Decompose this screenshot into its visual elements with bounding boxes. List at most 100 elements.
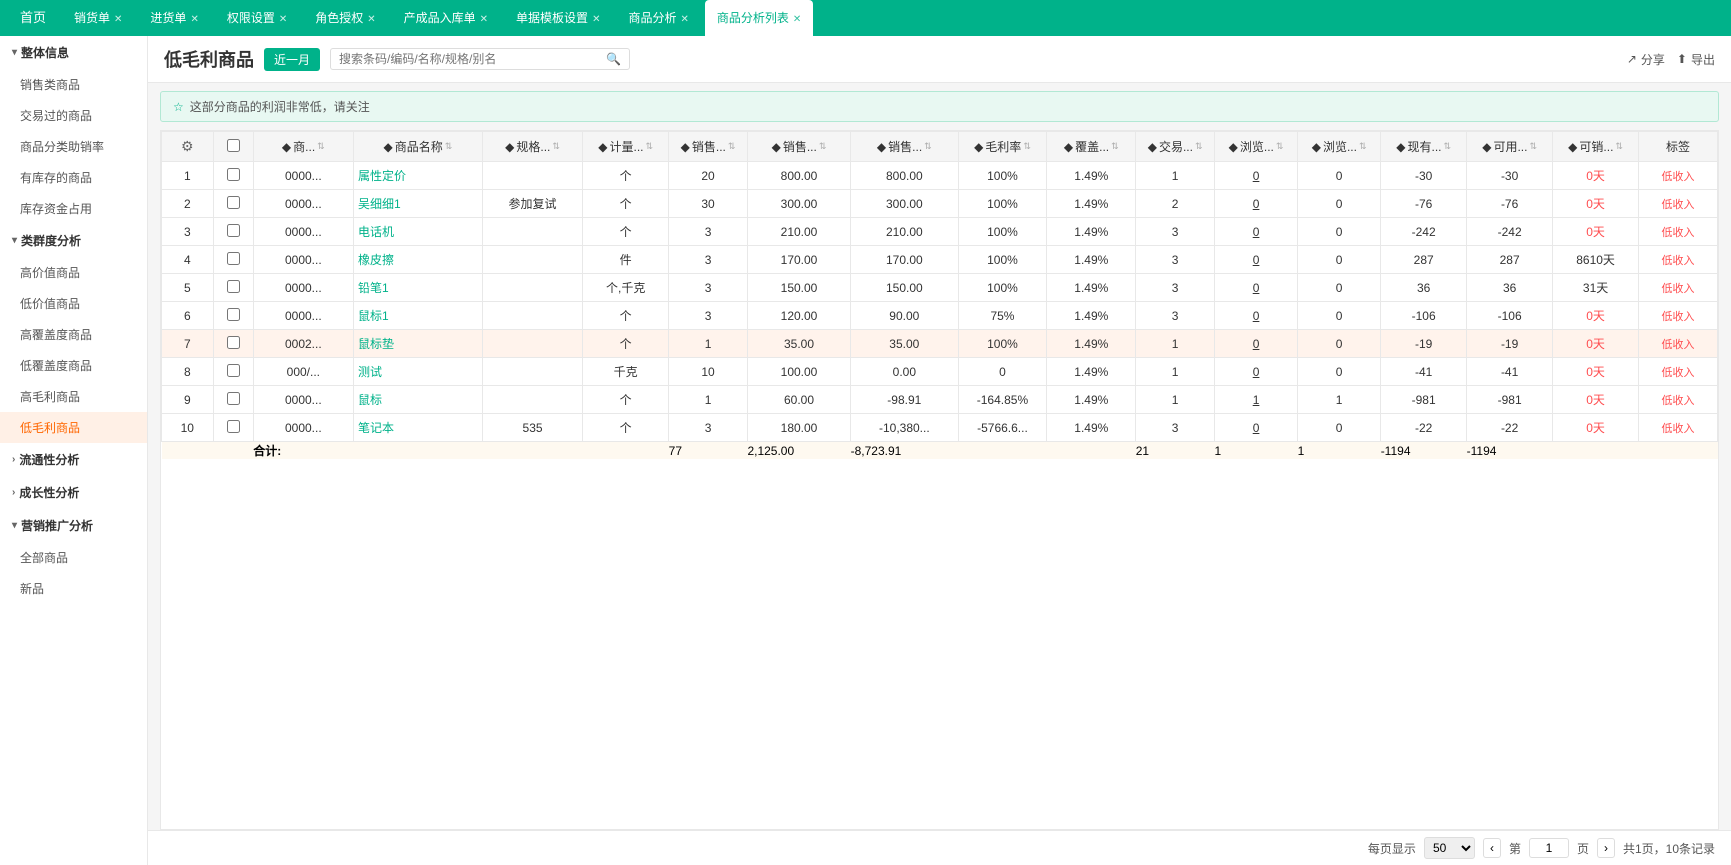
row-browse1[interactable]: 0 [1215,190,1298,218]
nav-item-permissions[interactable]: 权限设置✕ [215,0,299,36]
search-box[interactable]: 🔍 [330,48,630,70]
row-name[interactable]: 鼠标 [353,386,482,414]
col-saleable[interactable]: ◆可销...⇅ [1553,132,1639,162]
sidebar-item-stock-capital[interactable]: 库存资金占用 [0,193,147,224]
col-sale-price[interactable]: ◆销售...⇅ [747,132,850,162]
row-saleable: 31天 [1553,274,1639,302]
search-input[interactable] [339,52,602,66]
col-spec[interactable]: ◆规格...⇅ [482,132,582,162]
date-filter-button[interactable]: 近一月 [264,48,320,71]
sidebar-group-flow[interactable]: › 流通性分析 [0,443,147,476]
close-icon[interactable]: ✕ [592,14,600,25]
table-row: 2 0000... 吴细细1 参加复试 个 30 300.00 300.00 1… [162,190,1718,218]
row-checkbox[interactable] [213,414,253,442]
row-name[interactable]: 橡皮擦 [353,246,482,274]
close-icon[interactable]: ✕ [190,14,198,25]
col-unit[interactable]: ◆计量...⇅ [583,132,669,162]
row-browse1[interactable]: 0 [1215,162,1298,190]
search-icon[interactable]: 🔍 [606,52,621,66]
nav-item-sales[interactable]: 销货单✕ [62,0,134,36]
col-browse1[interactable]: ◆浏览...⇅ [1215,132,1298,162]
row-name[interactable]: 属性定价 [353,162,482,190]
row-saleable: 0天 [1553,386,1639,414]
nav-item-roles[interactable]: 角色授权✕ [303,0,387,36]
select-all-checkbox[interactable] [227,139,240,152]
row-name[interactable]: 笔记本 [353,414,482,442]
nav-item-analysis-list[interactable]: 商品分析列表✕ [705,0,813,36]
row-browse1[interactable]: 0 [1215,358,1298,386]
row-name[interactable]: 吴细细1 [353,190,482,218]
col-sale-amount[interactable]: ◆销售...⇅ [851,132,958,162]
row-name[interactable]: 测试 [353,358,482,386]
sidebar-item-new-goods[interactable]: 新品 [0,573,147,604]
sidebar-item-low-gross[interactable]: 低毛利商品 [0,412,147,443]
row-checkbox[interactable] [213,218,253,246]
nav-item-template[interactable]: 单据模板设置✕ [504,0,612,36]
sidebar-group-overall[interactable]: ▾ 整体信息 [0,36,147,69]
row-browse1[interactable]: 0 [1215,302,1298,330]
nav-item-analysis[interactable]: 商品分析✕ [616,0,700,36]
next-page-button[interactable]: › [1597,838,1615,858]
row-checkbox[interactable] [213,190,253,218]
row-checkbox[interactable] [213,330,253,358]
row-unit: 千克 [583,358,669,386]
nav-item-purchase[interactable]: 进货单✕ [138,0,210,36]
nav-item-home[interactable]: 首页 [8,0,58,36]
row-name[interactable]: 鼠标1 [353,302,482,330]
sidebar-item-traded-goods[interactable]: 交易过的商品 [0,100,147,131]
col-browse2[interactable]: ◆浏览...⇅ [1298,132,1381,162]
row-browse1[interactable]: 1 [1215,386,1298,414]
row-checkbox[interactable] [213,386,253,414]
row-checkbox[interactable] [213,358,253,386]
col-avail[interactable]: ◆可用...⇅ [1467,132,1553,162]
gear-icon[interactable]: ⚙ [181,138,194,154]
page-size-select[interactable]: 50 100 [1424,837,1475,859]
sidebar-item-all-goods[interactable]: 全部商品 [0,542,147,573]
page-number-input[interactable] [1529,838,1569,858]
row-name[interactable]: 电话机 [353,218,482,246]
sidebar-item-sales-goods[interactable]: 销售类商品 [0,69,147,100]
sidebar-group-cluster[interactable]: ▾ 类群度分析 [0,224,147,257]
row-browse1[interactable]: 0 [1215,330,1298,358]
col-code[interactable]: ◆商...⇅ [253,132,353,162]
sidebar-item-low-value[interactable]: 低价值商品 [0,288,147,319]
col-gross-rate[interactable]: ◆毛利率⇅ [958,132,1047,162]
col-coverage[interactable]: ◆覆盖...⇅ [1047,132,1136,162]
sidebar-item-high-coverage[interactable]: 高覆盖度商品 [0,319,147,350]
row-browse1[interactable]: 0 [1215,246,1298,274]
close-icon[interactable]: ✕ [793,14,801,25]
sidebar-group-marketing[interactable]: ▾ 营销推广分析 [0,509,147,542]
sidebar-item-stock-goods[interactable]: 有库存的商品 [0,162,147,193]
row-checkbox[interactable] [213,274,253,302]
col-settings[interactable]: ⚙ [162,132,214,162]
row-checkbox[interactable] [213,302,253,330]
sidebar-item-category-rate[interactable]: 商品分类助销率 [0,131,147,162]
close-icon[interactable]: ✕ [480,14,488,25]
sidebar-item-high-value[interactable]: 高价值商品 [0,257,147,288]
close-icon[interactable]: ✕ [367,14,375,25]
close-icon[interactable]: ✕ [680,14,688,25]
col-label[interactable]: 标签 [1639,132,1718,162]
row-checkbox[interactable] [213,246,253,274]
row-index: 9 [162,386,214,414]
row-name[interactable]: 铅笔1 [353,274,482,302]
sidebar-group-growth[interactable]: › 成长性分析 [0,476,147,509]
prev-page-button[interactable]: ‹ [1483,838,1501,858]
close-icon[interactable]: ✕ [114,14,122,25]
nav-item-product-entry[interactable]: 产成品入库单✕ [392,0,500,36]
row-name[interactable]: 鼠标垫 [353,330,482,358]
col-checkbox[interactable] [213,132,253,162]
col-sale-qty[interactable]: ◆销售...⇅ [669,132,748,162]
sidebar-item-low-coverage[interactable]: 低覆盖度商品 [0,350,147,381]
close-icon[interactable]: ✕ [279,14,287,25]
share-button[interactable]: ↗ 分享 [1627,51,1665,68]
row-browse1[interactable]: 0 [1215,274,1298,302]
row-browse1[interactable]: 0 [1215,218,1298,246]
col-trade[interactable]: ◆交易...⇅ [1136,132,1215,162]
sidebar-item-high-gross[interactable]: 高毛利商品 [0,381,147,412]
col-name[interactable]: ◆商品名称⇅ [353,132,482,162]
row-browse1[interactable]: 0 [1215,414,1298,442]
row-checkbox[interactable] [213,162,253,190]
col-stock[interactable]: ◆现有...⇅ [1381,132,1467,162]
export-button[interactable]: ⬆ 导出 [1677,51,1715,68]
